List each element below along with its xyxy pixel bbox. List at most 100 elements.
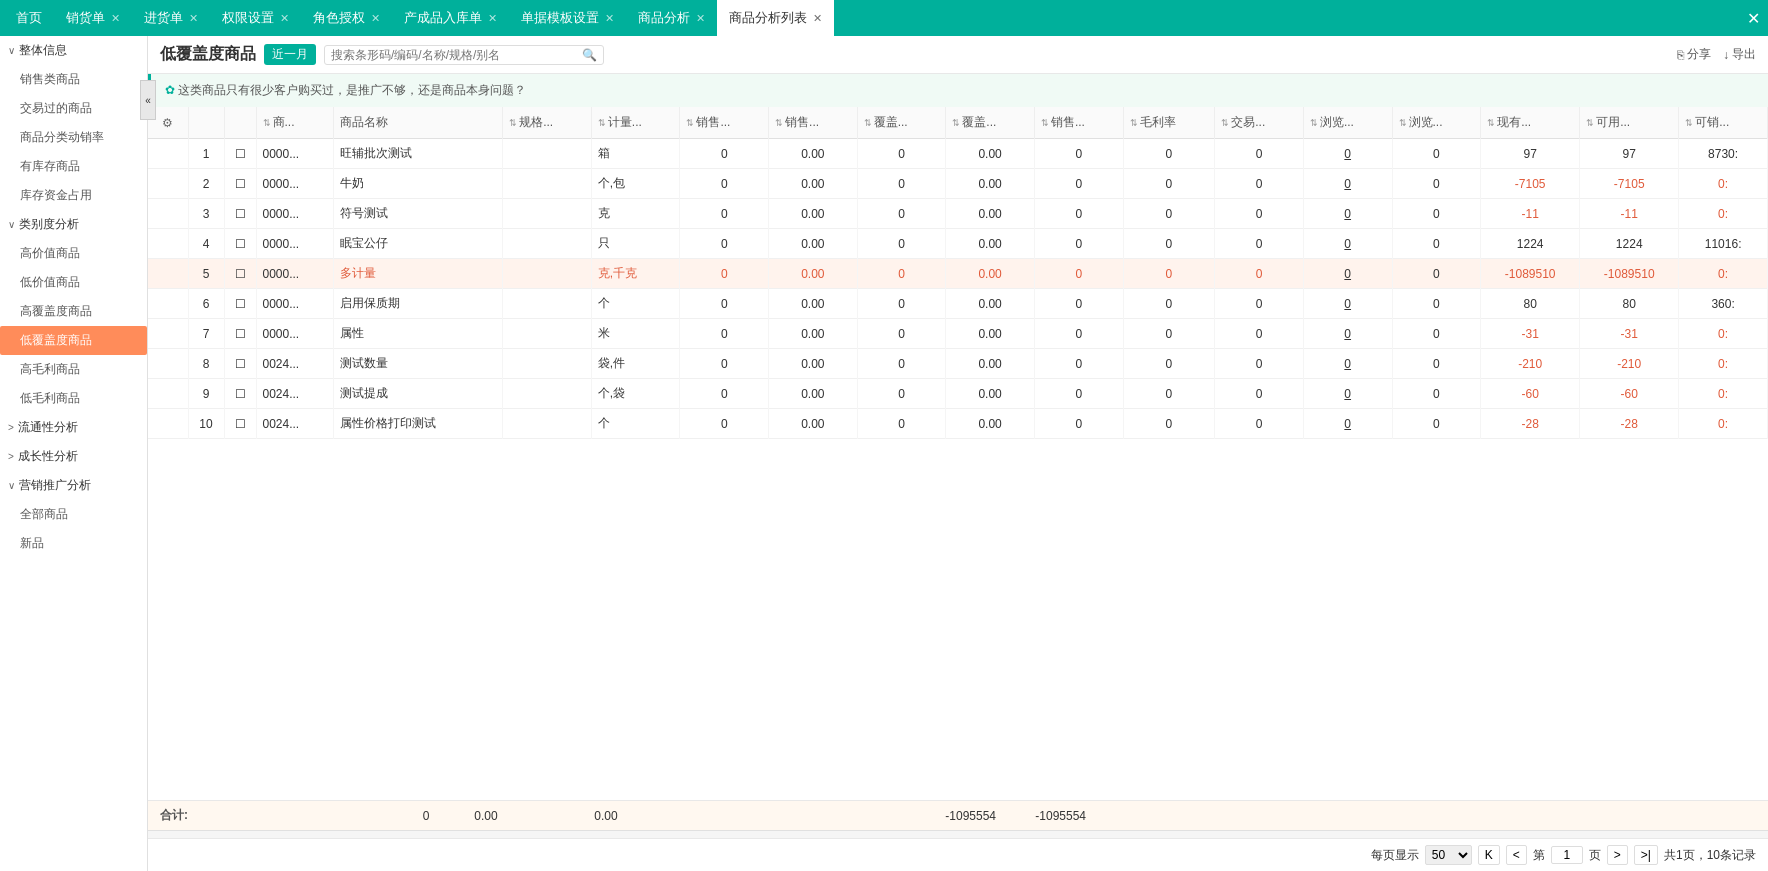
row-checkbox[interactable]: ☐: [224, 379, 256, 409]
close-all-icon[interactable]: ✕: [1747, 9, 1760, 28]
table-row: 9☐0024...测试提成个,袋00.0000.0000000-60-600:: [148, 379, 1768, 409]
cov2-col-header[interactable]: 覆盖...: [946, 107, 1035, 139]
row-trade: 0: [1215, 379, 1304, 409]
nav-tab-purchase[interactable]: 进货单 ✕: [132, 0, 210, 36]
row-browse1[interactable]: 0: [1303, 139, 1392, 169]
row-checkbox[interactable]: ☐: [224, 169, 256, 199]
sidebar-item-low-coverage[interactable]: 低覆盖度商品: [0, 326, 147, 355]
close-icon[interactable]: ✕: [280, 12, 289, 25]
row-name: 测试数量: [333, 349, 502, 379]
search-input[interactable]: [331, 48, 578, 62]
code-col-header[interactable]: 商...: [256, 107, 333, 139]
per-page-select[interactable]: 50 20 100 200: [1425, 845, 1472, 865]
sidebar-item-has-stock[interactable]: 有库存商品: [0, 152, 147, 181]
row-num: 4: [188, 229, 224, 259]
row-browse1[interactable]: 0: [1303, 319, 1392, 349]
sidebar-growth-section[interactable]: > 成长性分析: [0, 442, 147, 471]
filter-button[interactable]: 近一月: [264, 44, 316, 65]
sidebar-item-category-turnover[interactable]: 商品分类动销率: [0, 123, 147, 152]
first-page-button[interactable]: K: [1478, 845, 1500, 865]
row-checkbox[interactable]: ☐: [224, 409, 256, 439]
top-nav: 首页 销货单 ✕ 进货单 ✕ 权限设置 ✕ 角色授权 ✕ 产成品入库单 ✕ 单据…: [0, 0, 1768, 36]
row-checkbox[interactable]: ☐: [224, 229, 256, 259]
row-browse1[interactable]: 0: [1303, 229, 1392, 259]
row-browse1[interactable]: 0: [1303, 259, 1392, 289]
row-current: 97: [1481, 139, 1580, 169]
row-unit: 个,包: [591, 169, 680, 199]
sidebar-collapse-button[interactable]: «: [140, 80, 156, 120]
nav-tab-templates[interactable]: 单据模板设置 ✕: [509, 0, 626, 36]
search-icon[interactable]: 🔍: [582, 48, 597, 62]
row-checkbox[interactable]: ☐: [224, 139, 256, 169]
sidebar-item-low-profit[interactable]: 低毛利商品: [0, 384, 147, 413]
browse1-col-header[interactable]: 浏览...: [1303, 107, 1392, 139]
sidebar-abc-section[interactable]: ∨ 类别度分析: [0, 210, 147, 239]
sidebar-item-capital-ratio[interactable]: 库存资金占用: [0, 181, 147, 210]
nav-tab-home[interactable]: 首页: [4, 0, 54, 36]
row-sales3: 0: [1034, 349, 1123, 379]
row-checkbox[interactable]: ☐: [224, 319, 256, 349]
prev-page-button[interactable]: <: [1506, 845, 1527, 865]
nav-tab-permissions[interactable]: 权限设置 ✕: [210, 0, 301, 36]
next-page-button[interactable]: >: [1607, 845, 1628, 865]
browse2-col-header[interactable]: 浏览...: [1392, 107, 1481, 139]
close-icon[interactable]: ✕: [605, 12, 614, 25]
sidebar-item-traded-goods[interactable]: 交易过的商品: [0, 94, 147, 123]
nav-tab-analysis[interactable]: 商品分析 ✕: [626, 0, 717, 36]
row-browse1[interactable]: 0: [1303, 409, 1392, 439]
sidebar-item-all-goods[interactable]: 全部商品: [0, 500, 147, 529]
current-col-header[interactable]: 现有...: [1481, 107, 1580, 139]
row-spec: [503, 199, 592, 229]
settings-icon[interactable]: ⚙: [162, 116, 173, 130]
spec-col-header[interactable]: 规格...: [503, 107, 592, 139]
row-browse2: 0: [1392, 319, 1481, 349]
close-icon[interactable]: ✕: [696, 12, 705, 25]
close-icon[interactable]: ✕: [189, 12, 198, 25]
page-input[interactable]: [1551, 846, 1583, 864]
sidebar-item-high-profit[interactable]: 高毛利商品: [0, 355, 147, 384]
row-browse1[interactable]: 0: [1303, 349, 1392, 379]
gross-col-header[interactable]: 毛利率: [1123, 107, 1215, 139]
sidebar-item-high-value[interactable]: 高价值商品: [0, 239, 147, 268]
cov1-col-header[interactable]: 覆盖...: [857, 107, 946, 139]
row-saleable: 0:: [1679, 169, 1768, 199]
close-icon[interactable]: ✕: [371, 12, 380, 25]
close-icon[interactable]: ✕: [813, 12, 822, 25]
name-col-header[interactable]: 商品名称: [333, 107, 502, 139]
saleable-col-header[interactable]: 可销...: [1679, 107, 1768, 139]
horizontal-scrollbar[interactable]: [148, 830, 1768, 838]
close-icon[interactable]: ✕: [488, 12, 497, 25]
share-button[interactable]: ⎘ 分享: [1677, 46, 1711, 63]
sidebar-item-low-value[interactable]: 低价值商品: [0, 268, 147, 297]
row-browse1[interactable]: 0: [1303, 379, 1392, 409]
row-name: 属性: [333, 319, 502, 349]
table-wrapper[interactable]: ⚙ 商... 商品名称 规格... 计量... 销售... 销售... 覆盖..…: [148, 107, 1768, 800]
available-col-header[interactable]: 可用...: [1580, 107, 1679, 139]
last-page-button[interactable]: >|: [1634, 845, 1658, 865]
sidebar-marketing-section[interactable]: ∨ 营销推广分析: [0, 471, 147, 500]
sidebar-item-high-coverage[interactable]: 高覆盖度商品: [0, 297, 147, 326]
row-code: 0000...: [256, 169, 333, 199]
sidebar-item-new-goods[interactable]: 新品: [0, 529, 147, 558]
row-checkbox[interactable]: ☐: [224, 259, 256, 289]
sales-qty-col-header[interactable]: 销售...: [680, 107, 769, 139]
close-icon[interactable]: ✕: [111, 12, 120, 25]
row-browse1[interactable]: 0: [1303, 169, 1392, 199]
sidebar-item-sales-goods[interactable]: 销售类商品: [0, 65, 147, 94]
row-checkbox[interactable]: ☐: [224, 349, 256, 379]
sales-amt-col-header[interactable]: 销售...: [769, 107, 858, 139]
row-browse1[interactable]: 0: [1303, 289, 1392, 319]
nav-tab-analysis-list[interactable]: 商品分析列表 ✕: [717, 0, 834, 36]
nav-tab-sales[interactable]: 销货单 ✕: [54, 0, 132, 36]
row-checkbox[interactable]: ☐: [224, 199, 256, 229]
nav-tab-roles[interactable]: 角色授权 ✕: [301, 0, 392, 36]
trade-col-header[interactable]: 交易...: [1215, 107, 1304, 139]
row-browse1[interactable]: 0: [1303, 199, 1392, 229]
sales3-col-header[interactable]: 销售...: [1034, 107, 1123, 139]
row-checkbox[interactable]: ☐: [224, 289, 256, 319]
sidebar-flow-section[interactable]: > 流通性分析: [0, 413, 147, 442]
unit-col-header[interactable]: 计量...: [591, 107, 680, 139]
sidebar-overall-section[interactable]: ∨ 整体信息: [0, 36, 147, 65]
nav-tab-products[interactable]: 产成品入库单 ✕: [392, 0, 509, 36]
export-button[interactable]: ↓ 导出: [1723, 46, 1756, 63]
